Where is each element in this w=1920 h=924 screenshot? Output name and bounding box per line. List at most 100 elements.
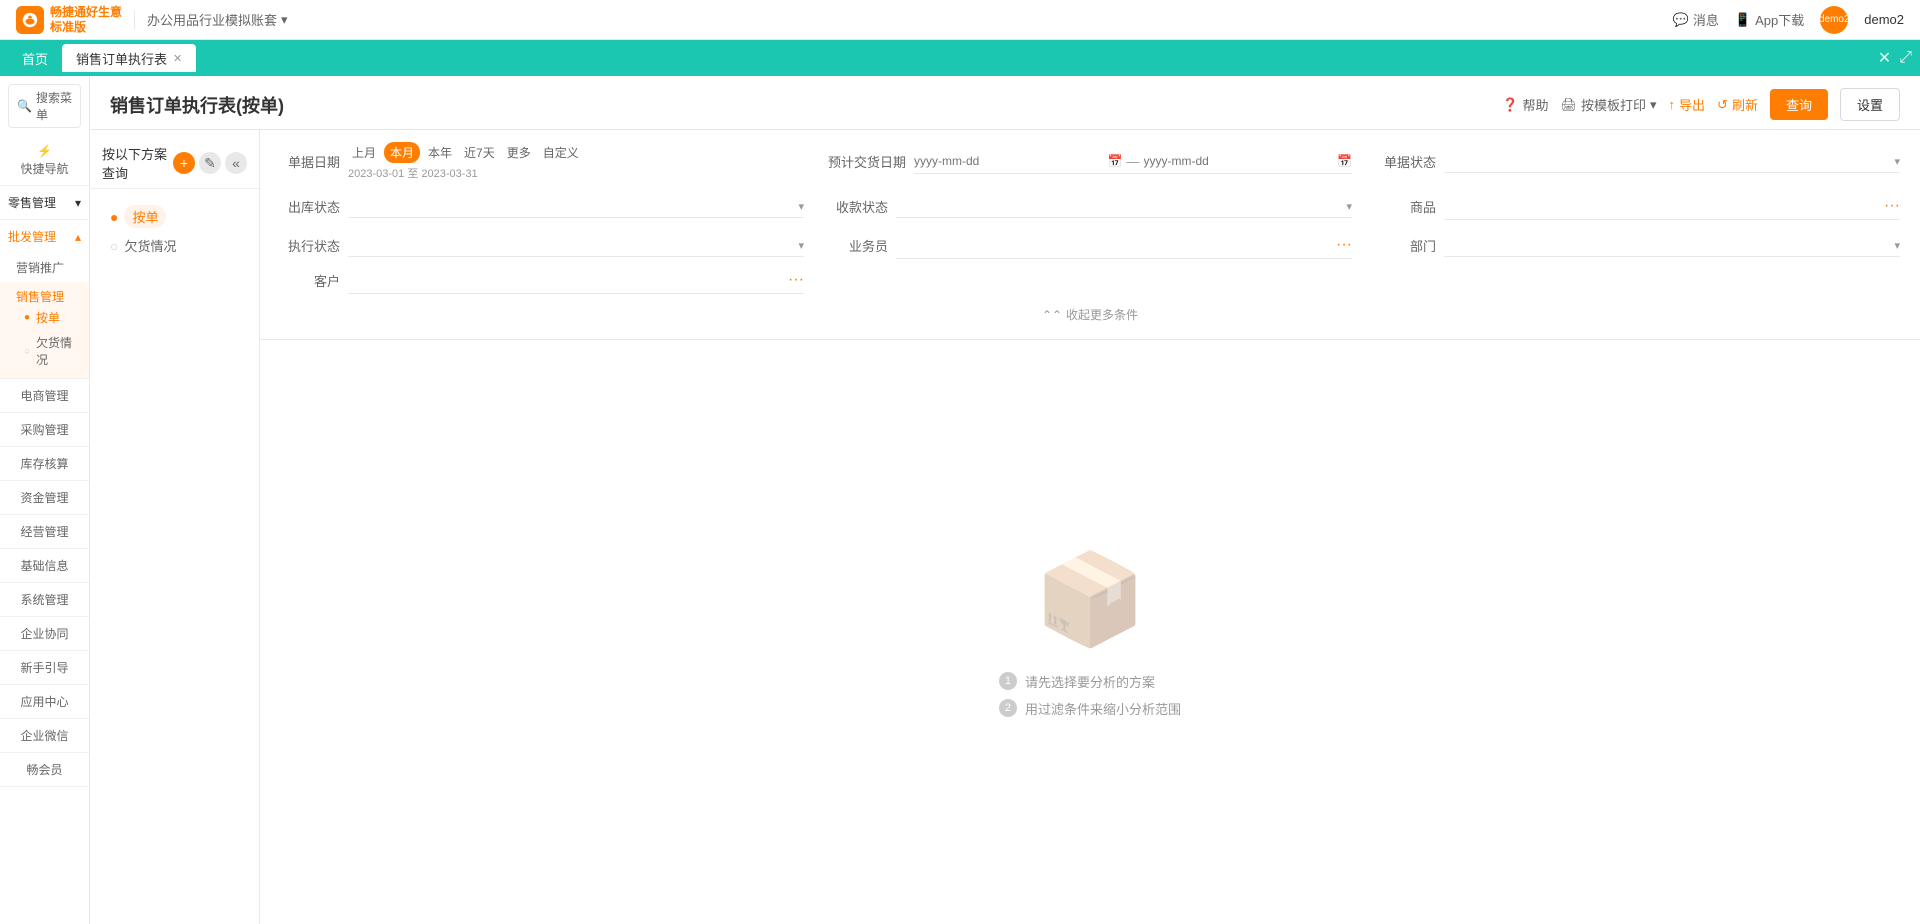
date-opt-this-month[interactable]: 本月: [384, 142, 420, 163]
sidebar-item-appstore[interactable]: 应用中心: [0, 685, 89, 719]
page-header: 销售订单执行表(按单) ❓ 帮助 🖨 按模板打印 ▾ ↑ 导出 ↺ 刷新: [90, 76, 1920, 130]
tab-home[interactable]: 首页: [8, 44, 62, 72]
left-panel-actions: + ✎ «: [173, 152, 247, 174]
delivery-status-select[interactable]: ▾: [348, 196, 804, 218]
avatar[interactable]: demo2: [1820, 6, 1848, 34]
tab-minimize-btn[interactable]: ✕: [1878, 48, 1891, 68]
export-icon: ↑: [1669, 97, 1676, 112]
tab-close-icon[interactable]: ✕: [173, 52, 182, 65]
sidebar-item-member[interactable]: 畅会员: [0, 753, 89, 787]
date-opt-more[interactable]: 更多: [503, 142, 535, 163]
sidebar-sub-item-marketing[interactable]: 营销推广: [0, 253, 89, 282]
right-panel: 单据日期 上月 本月 本年 近7天 更多 自定义: [260, 130, 1920, 924]
calendar-start-icon[interactable]: 📅: [1108, 154, 1123, 168]
expected-date-end-input[interactable]: [1144, 154, 1334, 168]
date-opt-this-year[interactable]: 本年: [424, 142, 456, 163]
payment-status-select[interactable]: ▾: [896, 196, 1352, 218]
collapse-bar[interactable]: ⌃⌃ 收起更多条件: [280, 302, 1900, 327]
sidebar-item-finance[interactable]: 资金管理: [0, 481, 89, 515]
message-btn[interactable]: 💬 消息: [1673, 10, 1719, 29]
edit-scheme-btn[interactable]: ✎: [199, 152, 221, 174]
dept-select[interactable]: ▾: [1444, 235, 1900, 257]
sidebar-item-retail[interactable]: 零售管理 ▾: [0, 186, 89, 219]
sidebar-item-purchase[interactable]: 采购管理: [0, 413, 89, 447]
message-icon: 💬: [1673, 12, 1689, 28]
scheme-debt-icon: ○: [110, 238, 118, 254]
order-status-arrow-icon: ▾: [1894, 155, 1900, 168]
chevron-down-icon: ▾: [281, 12, 288, 28]
sidebar-item-wechat[interactable]: 企业微信: [0, 719, 89, 753]
export-btn[interactable]: ↑ 导出: [1669, 95, 1706, 114]
page-title: 销售订单执行表(按单): [110, 92, 284, 118]
sidebar-item-enterprise[interactable]: 企业协同: [0, 617, 89, 651]
date-option-list: 上月 本月 本年 近7天 更多 自定义: [348, 142, 804, 163]
empty-state-steps: 1 请先选择要分析的方案 2 用过滤条件来缩小分析范围: [999, 672, 1181, 718]
empty-step-1: 1 请先选择要分析的方案: [999, 672, 1181, 691]
app-download-btn[interactable]: 📱 App下载: [1735, 10, 1804, 29]
filter-row-4: 客户 ···: [280, 267, 1900, 294]
goods-label: 商品: [1376, 197, 1436, 216]
sidebar-sub-item-sales[interactable]: 销售管理 ● 按单 ○ 欠货情况: [0, 282, 89, 378]
expected-date-start-input[interactable]: [914, 154, 1104, 168]
sidebar-group-wholesale: 批发管理 ▴ 营销推广 销售管理 ● 按单 ○ 欠货情况: [0, 220, 89, 379]
tab-bar: 首页 销售订单执行表 ✕ ✕ ⤢: [0, 40, 1920, 76]
refresh-btn[interactable]: ↺ 刷新: [1717, 95, 1758, 114]
filter-item-dept: 部门 ▾: [1376, 232, 1900, 259]
top-bar-left: 畅捷通好生意 标准版 办公用品行业模拟账套 ▾: [16, 5, 288, 34]
date-label: 单据日期: [280, 152, 340, 171]
filter-item-exec-status: 执行状态 ▾: [280, 232, 804, 259]
page-header-actions: ❓ 帮助 🖨 按模板打印 ▾ ↑ 导出 ↺ 刷新 查询 设置: [1502, 88, 1900, 121]
sidebar-sub-item-debt[interactable]: ○ 欠货情况: [24, 330, 73, 372]
expected-date-label: 预计交货日期: [828, 152, 906, 171]
sidebar-item-basic[interactable]: 基础信息: [0, 549, 89, 583]
search-icon: 🔍: [17, 99, 32, 113]
sidebar-item-wholesale[interactable]: 批发管理 ▴: [0, 220, 89, 253]
refresh-icon: ↺: [1717, 97, 1728, 113]
help-icon: ❓: [1502, 97, 1518, 113]
calendar-end-icon[interactable]: 📅: [1337, 154, 1352, 168]
customer-dots-btn[interactable]: ···: [788, 271, 804, 289]
goods-field: ···: [1444, 193, 1900, 220]
filter-row-3: 执行状态 ▾ 业务员 ···: [280, 232, 1900, 259]
filter-item-delivery: 出库状态 ▾: [280, 193, 804, 220]
help-btn[interactable]: ❓ 帮助: [1502, 95, 1548, 114]
chevron-up-icon: ▴: [75, 230, 81, 244]
tab-maximize-btn[interactable]: ⤢: [1899, 49, 1912, 67]
sidebar-sub-item-order[interactable]: ● 按单: [24, 305, 73, 330]
sidebar-item-ecommerce[interactable]: 电商管理: [0, 379, 89, 413]
scheme-item-order[interactable]: ● 按单: [102, 201, 247, 232]
dept-label: 部门: [1376, 236, 1436, 255]
print-btn[interactable]: 🖨 按模板打印 ▾: [1560, 95, 1656, 114]
order-status-select[interactable]: ▾: [1444, 151, 1900, 173]
sidebar-item-operation[interactable]: 经营管理: [0, 515, 89, 549]
salesperson-field: ···: [896, 232, 1352, 259]
left-panel-header: 按以下方案查询 + ✎ «: [90, 138, 259, 189]
settings-btn[interactable]: 设置: [1840, 88, 1900, 121]
exec-status-select[interactable]: ▾: [348, 235, 804, 257]
scheme-item-debt[interactable]: ○ 欠货情况: [102, 232, 247, 259]
payment-label: 收款状态: [828, 197, 888, 216]
tab-sales-exec[interactable]: 销售订单执行表 ✕: [62, 44, 196, 72]
industry-select[interactable]: 办公用品行业模拟账套 ▾: [134, 10, 288, 29]
date-opt-last-month[interactable]: 上月: [348, 142, 380, 163]
sidebar-item-newbie[interactable]: 新手引导: [0, 651, 89, 685]
filter-item-salesperson: 业务员 ···: [828, 232, 1352, 259]
add-scheme-btn[interactable]: +: [173, 152, 195, 174]
search-menu-btn[interactable]: 🔍 搜索菜单: [8, 84, 81, 128]
sidebar-item-system[interactable]: 系统管理: [0, 583, 89, 617]
sidebar-item-inventory[interactable]: 库存核算: [0, 447, 89, 481]
empty-step-2: 2 用过滤条件来缩小分析范围: [999, 699, 1181, 718]
search-btn[interactable]: 查询: [1770, 89, 1828, 120]
sidebar-item-quicknav[interactable]: ⚡ 快捷导航: [0, 136, 89, 186]
logo-text: 畅捷通好生意 标准版: [50, 5, 122, 34]
goods-dots-btn[interactable]: ···: [1884, 197, 1900, 215]
date-opt-7days[interactable]: 近7天: [460, 142, 499, 163]
collapse-scheme-btn[interactable]: «: [225, 152, 247, 174]
filter-row-2: 出库状态 ▾ 收款状态 ▾: [280, 193, 1900, 220]
salesperson-label: 业务员: [828, 236, 888, 255]
filter-form: 单据日期 上月 本月 本年 近7天 更多 自定义: [260, 130, 1920, 340]
collapse-up-icon: ⌃⌃: [1042, 308, 1062, 322]
logo-svg: [21, 11, 39, 29]
salesperson-dots-btn[interactable]: ···: [1336, 236, 1352, 254]
date-opt-custom[interactable]: 自定义: [539, 142, 583, 163]
